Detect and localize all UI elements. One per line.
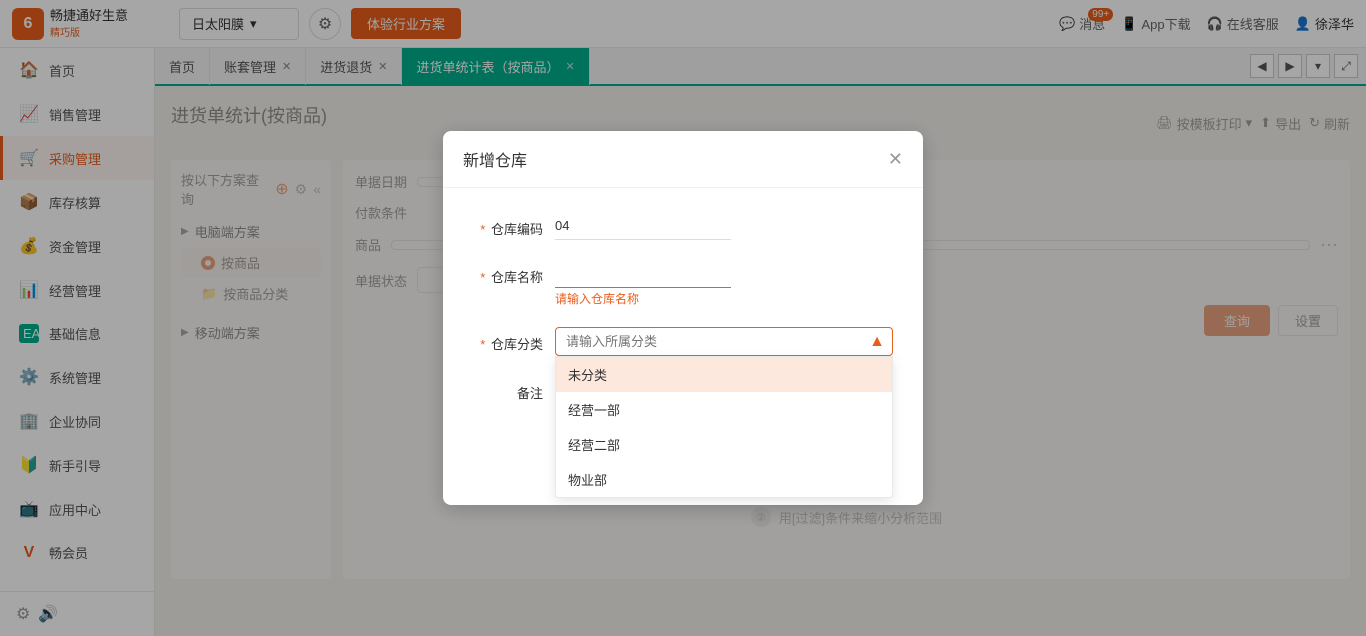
modal-header: 新增仓库 ✕	[443, 131, 923, 188]
warehouse-name-row: * 仓库名称 请输入仓库名称	[473, 260, 893, 307]
warehouse-name-error: 请输入仓库名称	[555, 290, 893, 307]
warehouse-code-row: * 仓库编码	[473, 212, 893, 240]
modal-close-btn[interactable]: ✕	[888, 149, 903, 170]
category-option-dept2[interactable]: 经营二部	[556, 427, 892, 462]
warehouse-name-label: * 仓库名称	[473, 260, 543, 286]
category-option-dept1[interactable]: 经营一部	[556, 392, 892, 427]
warehouse-name-input[interactable]	[555, 260, 731, 288]
modal-overlay: 新增仓库 ✕ * 仓库编码 * 仓库名称	[0, 0, 1366, 636]
category-dropdown-wrapper: ▲ 未分类 经营一部 经营二部 物业部	[555, 327, 893, 356]
dropdown-arrow-icon[interactable]: ▲	[869, 333, 885, 351]
modal-title: 新增仓库	[463, 147, 527, 171]
warehouse-name-wrapper: 请输入仓库名称	[555, 260, 893, 307]
warehouse-code-input[interactable]	[555, 212, 731, 240]
warehouse-category-label: * 仓库分类	[473, 327, 543, 353]
category-option-unclassified[interactable]: 未分类	[556, 357, 892, 392]
add-warehouse-modal: 新增仓库 ✕ * 仓库编码 * 仓库名称	[443, 131, 923, 505]
warehouse-code-wrapper	[555, 212, 893, 240]
warehouse-category-row: * 仓库分类 ▲ 未分类 经营一部 经营二部 物业部	[473, 327, 893, 356]
modal-body: * 仓库编码 * 仓库名称 请输入仓库名称	[443, 188, 923, 436]
notes-label: 备注	[473, 376, 543, 402]
category-option-property[interactable]: 物业部	[556, 462, 892, 497]
category-input[interactable]	[555, 327, 893, 356]
category-dropdown-list: 未分类 经营一部 经营二部 物业部	[555, 356, 893, 498]
warehouse-code-label: * 仓库编码	[473, 212, 543, 238]
